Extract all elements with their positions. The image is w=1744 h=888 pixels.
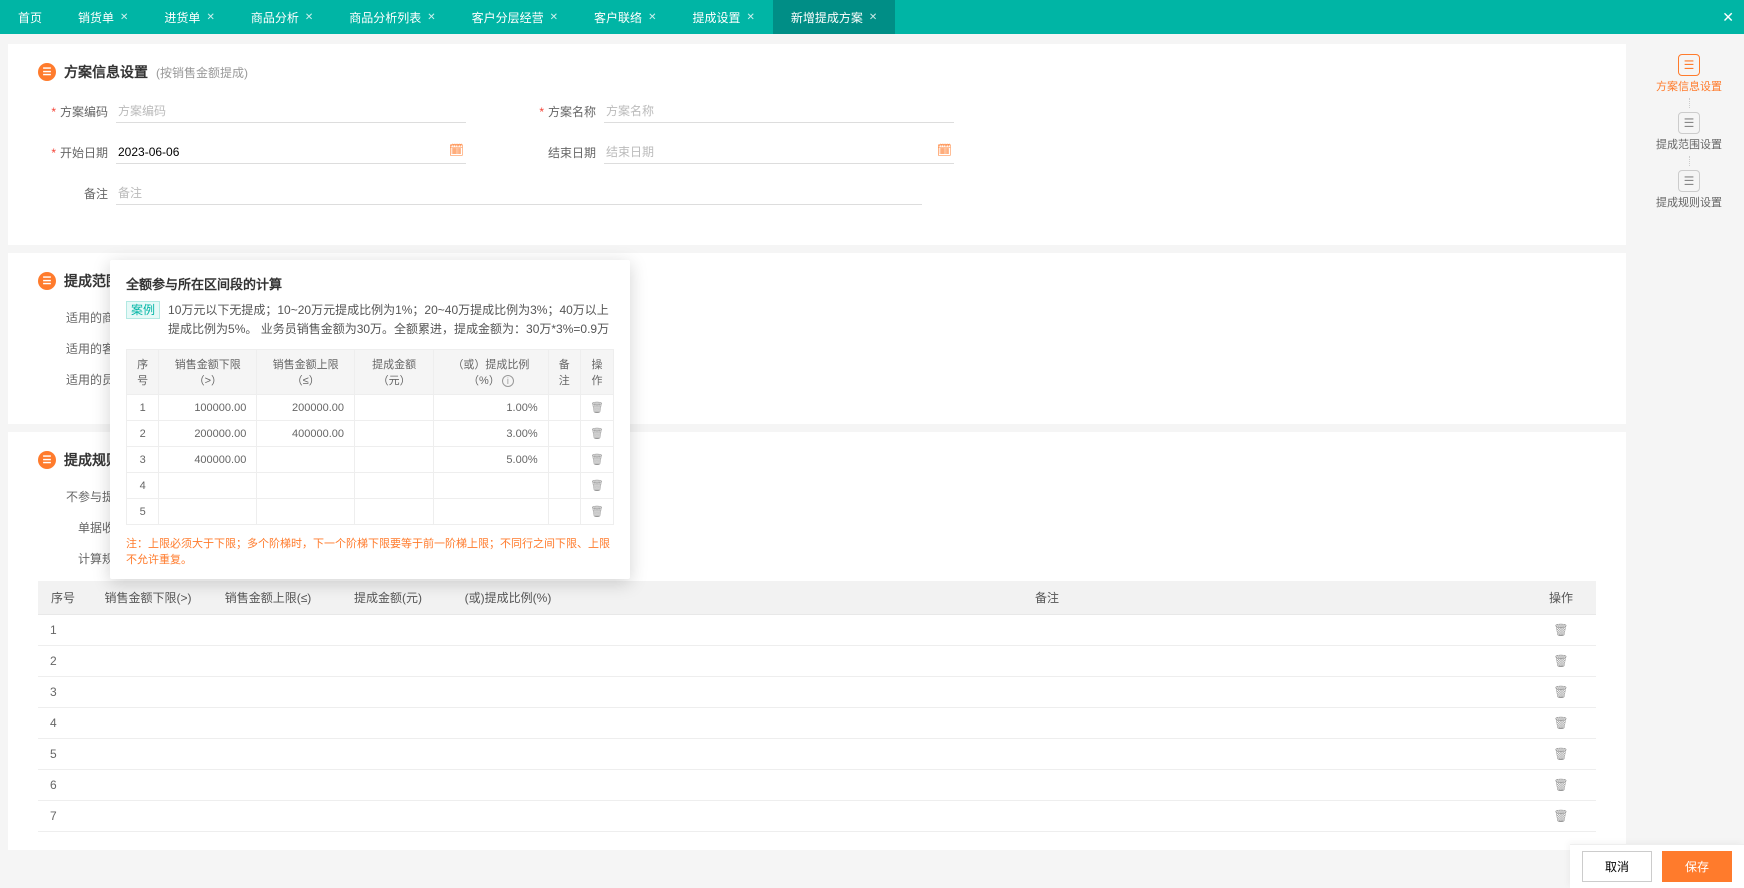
delete-icon[interactable]: 🗑 — [1553, 716, 1568, 730]
example-badge: 案例 — [126, 301, 160, 319]
col-upper: 销售金额上限(≤) — [208, 581, 328, 615]
calendar-icon[interactable]: 🗓 — [937, 143, 952, 157]
tooltip-note: 注：上限必须大于下限；多个阶梯时，下一个阶梯下限要等于前一阶梯上限；不同行之间下… — [126, 535, 614, 567]
close-icon[interactable]: ✕ — [206, 12, 214, 23]
panel-title: 方案信息设置 — [64, 62, 148, 82]
code-input[interactable] — [116, 100, 466, 123]
code-label: 方案编码 — [38, 103, 108, 120]
close-icon[interactable]: ✕ — [427, 12, 435, 23]
table-row: 4🗑 — [127, 473, 614, 499]
table-row: 3400000.005.00%🗑 — [127, 447, 614, 473]
panel-subtitle: (按销售金额提成) — [156, 64, 248, 81]
col-seq: 序号 — [38, 581, 88, 615]
delete-icon[interactable]: 🗑 — [590, 506, 604, 518]
tab-product-analysis[interactable]: 商品分析✕ — [233, 0, 331, 34]
calendar-icon[interactable]: 🗓 — [449, 143, 464, 157]
close-icon[interactable]: ✕ — [746, 12, 754, 23]
side-steps: ☰ 方案信息设置 ☰ 提成范围设置 ☰ 提成规则设置 — [1634, 34, 1744, 850]
tab-purchase[interactable]: 进货单✕ — [146, 0, 232, 34]
tab-product-analysis-list[interactable]: 商品分析列表✕ — [331, 0, 453, 34]
close-icon[interactable]: ✕ — [550, 12, 558, 23]
col-amount: 提成金额(元) — [328, 581, 448, 615]
col-lower: 销售金额下限(>) — [88, 581, 208, 615]
tab-customer-contact[interactable]: 客户联络✕ — [576, 0, 674, 34]
tab-new-commission-plan[interactable]: 新增提成方案✕ — [773, 0, 895, 34]
close-icon[interactable]: ✕ — [648, 12, 656, 23]
panel-icon: ☰ — [38, 63, 56, 81]
table-row[interactable]: 4🗑 — [38, 708, 1596, 739]
name-input[interactable] — [604, 100, 954, 123]
remark-label: 备注 — [38, 185, 108, 202]
table-row[interactable]: 7🗑 — [38, 801, 1596, 832]
table-row: 2200000.00400000.003.00%🗑 — [127, 421, 614, 447]
delete-icon[interactable]: 🗑 — [590, 480, 604, 492]
table-row[interactable]: 3🗑 — [38, 677, 1596, 708]
tooltip-title: 全额参与所在区间段的计算 — [126, 274, 614, 293]
col-ratio: (或)提成比例(%) — [448, 581, 568, 615]
delete-icon[interactable]: 🗑 — [1553, 623, 1568, 637]
delete-icon[interactable]: 🗑 — [590, 454, 604, 466]
close-icon[interactable]: ✕ — [869, 12, 877, 23]
cancel-button[interactable]: 取消 — [1582, 851, 1652, 882]
delete-icon[interactable]: 🗑 — [1553, 654, 1568, 668]
tooltip-table: 序号 销售金额下限（>） 销售金额上限（≤） 提成金额（元） （或）提成比例（%… — [126, 349, 614, 525]
step-plan-info[interactable]: ☰ 方案信息设置 — [1656, 54, 1722, 94]
step-scope[interactable]: ☰ 提成范围设置 — [1656, 112, 1722, 152]
step-icon: ☰ — [1678, 170, 1700, 192]
table-row[interactable]: 1🗑 — [38, 615, 1596, 646]
delete-icon[interactable]: 🗑 — [1553, 685, 1568, 699]
tab-bar: 首页 销货单✕ 进货单✕ 商品分析✕ 商品分析列表✕ 客户分层经营✕ 客户联络✕… — [0, 0, 1744, 34]
save-button[interactable]: 保存 — [1662, 851, 1732, 882]
close-icon[interactable]: ✕ — [305, 12, 313, 23]
panel-icon: ☰ — [38, 451, 56, 469]
table-row: 5🗑 — [127, 499, 614, 525]
step-icon: ☰ — [1678, 112, 1700, 134]
info-icon[interactable]: i — [502, 375, 514, 387]
step-rule[interactable]: ☰ 提成规则设置 — [1656, 170, 1722, 210]
start-date-input[interactable] — [116, 141, 466, 164]
col-remark: 备注 — [568, 581, 1526, 615]
step-icon: ☰ — [1678, 54, 1700, 76]
tab-sales[interactable]: 销货单✕ — [60, 0, 146, 34]
delete-icon[interactable]: 🗑 — [1553, 778, 1568, 792]
delete-icon[interactable]: 🗑 — [590, 428, 604, 440]
table-row: 1100000.00200000.001.00%🗑 — [127, 395, 614, 421]
tab-commission-setting[interactable]: 提成设置✕ — [674, 0, 772, 34]
tab-home[interactable]: 首页 — [0, 0, 60, 34]
delete-icon[interactable]: 🗑 — [590, 402, 604, 414]
panel-icon: ☰ — [38, 272, 56, 290]
close-all-tabs-button[interactable]: ✕ — [1722, 0, 1734, 34]
help-tooltip: 全额参与所在区间段的计算 案例 10万元以下无提成；10~20万元提成比例为1%… — [110, 260, 630, 579]
table-row[interactable]: 5🗑 — [38, 739, 1596, 770]
remark-input[interactable] — [116, 182, 922, 205]
tab-customer-tier[interactable]: 客户分层经营✕ — [454, 0, 576, 34]
close-icon[interactable]: ✕ — [120, 12, 128, 23]
name-label: 方案名称 — [526, 103, 596, 120]
table-row[interactable]: 2🗑 — [38, 646, 1596, 677]
delete-icon[interactable]: 🗑 — [1553, 809, 1568, 823]
panel-plan-info: ☰ 方案信息设置 (按销售金额提成) 方案编码 方案名称 开始日期 — [8, 44, 1626, 245]
tooltip-example-text: 10万元以下无提成；10~20万元提成比例为1%；20~40万提成比例为3%；4… — [168, 301, 614, 339]
start-date-label: 开始日期 — [38, 144, 108, 161]
end-date-label: 结束日期 — [526, 144, 596, 161]
col-op: 操作 — [1526, 581, 1596, 615]
end-date-input[interactable] — [604, 141, 954, 164]
table-row[interactable]: 6🗑 — [38, 770, 1596, 801]
delete-icon[interactable]: 🗑 — [1553, 747, 1568, 761]
footer-actions: 取消 保存 — [1570, 844, 1744, 888]
rule-table: 序号 销售金额下限(>) 销售金额上限(≤) 提成金额(元) (或)提成比例(%… — [38, 581, 1596, 832]
